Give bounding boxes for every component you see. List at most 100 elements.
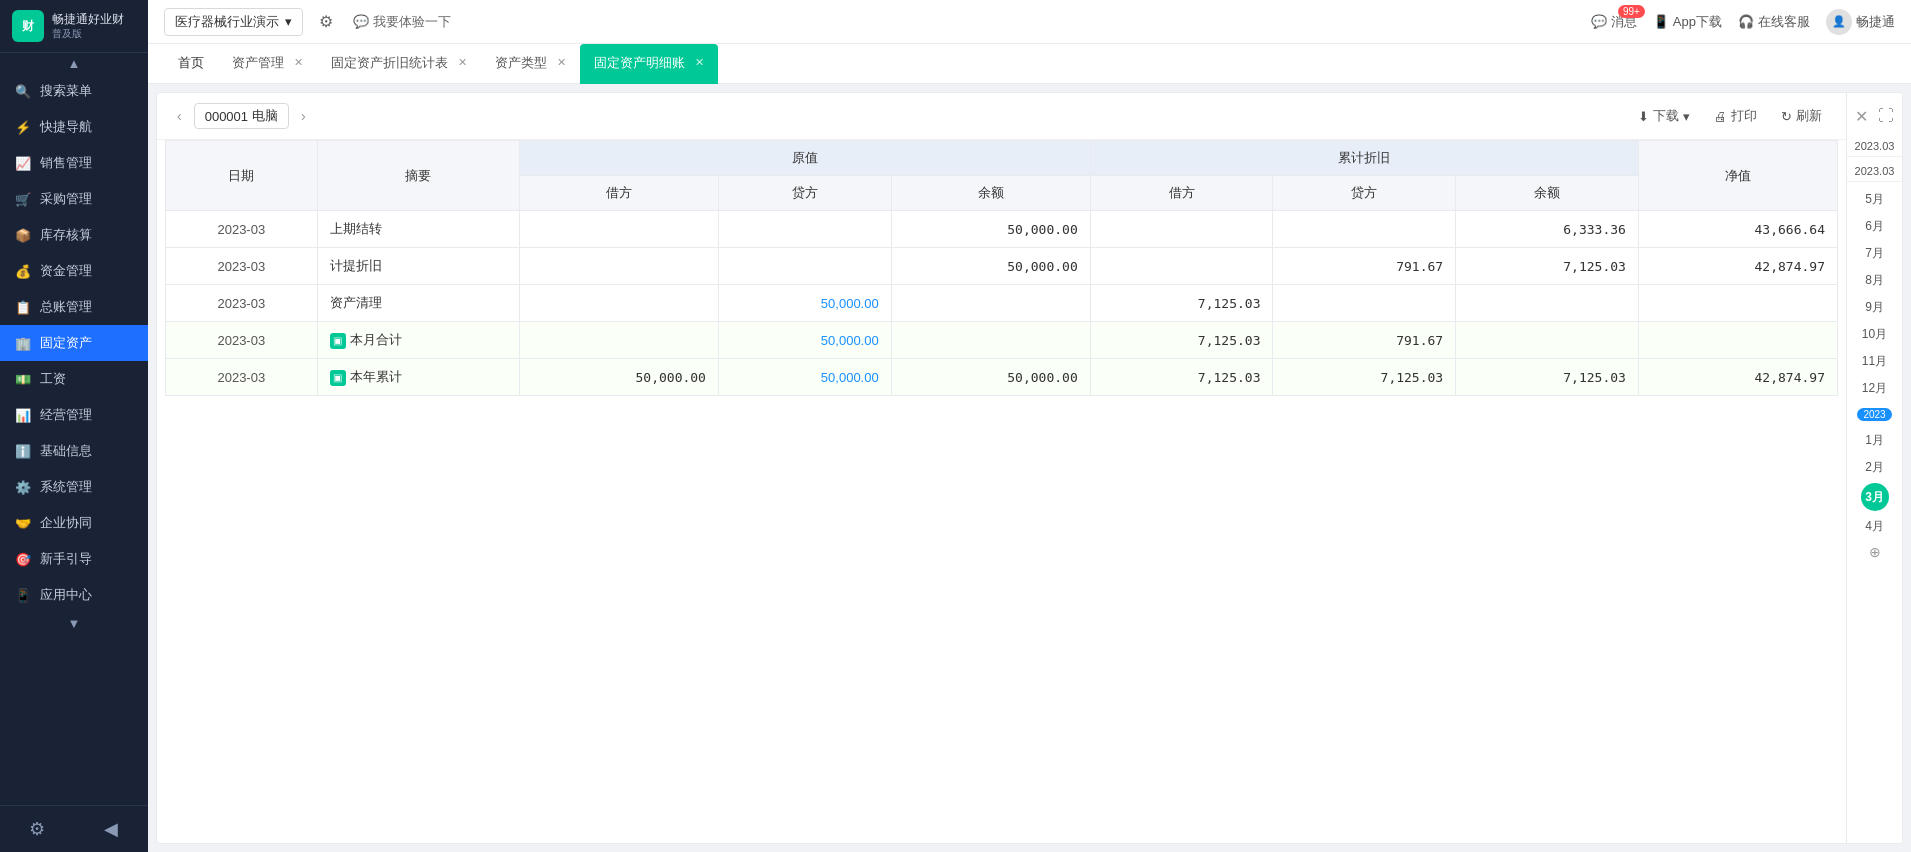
sidebar-item-operations[interactable]: 📊 经营管理 xyxy=(0,397,148,433)
timeline-expand-icon[interactable]: ⊕ xyxy=(1869,544,1881,560)
content-area: ‹ 000001 电脑 › ⬇ 下载 ▾ 🖨 打印 xyxy=(156,92,1903,844)
avatar: 👤 xyxy=(1826,9,1852,35)
tab-asset-type[interactable]: 资产类型 ✕ xyxy=(481,44,580,84)
app-icon: 📱 xyxy=(14,586,32,604)
sidebar-item-sales[interactable]: 📈 销售管理 xyxy=(0,145,148,181)
refresh-button[interactable]: ↻ 刷新 xyxy=(1773,103,1830,129)
cell-summary: ▣本年累计 xyxy=(317,359,519,396)
timeline-month-11[interactable]: 11月 xyxy=(1847,348,1902,375)
sidebar-logo: 财 畅捷通好业财 普及版 xyxy=(0,0,148,53)
search-icon: 🔍 xyxy=(14,82,32,100)
panel-header: 2023.03 xyxy=(1847,136,1902,157)
cell-net-value: 42,874.97 xyxy=(1638,359,1837,396)
print-button[interactable]: 🖨 打印 xyxy=(1706,103,1765,129)
panel-close-button[interactable]: ✕ xyxy=(1851,103,1872,130)
ledger-icon: 📋 xyxy=(14,298,32,316)
settings-button[interactable]: ⚙ xyxy=(0,812,74,846)
tab-close-asset-detail[interactable]: ✕ xyxy=(695,56,704,69)
cell-dep-debit xyxy=(1090,248,1273,285)
guide-icon: 🎯 xyxy=(14,550,32,568)
cell-dep-credit: 791.67 xyxy=(1273,248,1456,285)
tab-asset-mgmt[interactable]: 资产管理 ✕ xyxy=(218,44,317,84)
logo-text: 畅捷通好业财 普及版 xyxy=(52,12,124,41)
cell-orig-credit: 50,000.00 xyxy=(718,285,891,322)
cell-orig-debit: 50,000.00 xyxy=(519,359,718,396)
timeline-month-9[interactable]: 9月 xyxy=(1847,294,1902,321)
sidebar-item-quick-nav[interactable]: ⚡ 快捷导航 xyxy=(0,109,148,145)
timeline-month-2[interactable]: 2月 xyxy=(1847,454,1902,481)
cell-dep-credit: 791.67 xyxy=(1273,322,1456,359)
cell-date: 2023-03 xyxy=(166,285,318,322)
topbar-settings-button[interactable]: ⚙ xyxy=(315,8,337,35)
sidebar-item-ledger[interactable]: 📋 总账管理 xyxy=(0,289,148,325)
collapse-button[interactable]: ◀ xyxy=(74,812,148,846)
timeline-month-8[interactable]: 8月 xyxy=(1847,267,1902,294)
cell-orig-credit xyxy=(718,248,891,285)
sidebar-item-purchase[interactable]: 🛒 采购管理 xyxy=(0,181,148,217)
sidebar-scroll-down[interactable]: ▼ xyxy=(0,613,148,633)
timeline-month-7[interactable]: 7月 xyxy=(1847,240,1902,267)
download-button[interactable]: ⬇ 下载 ▾ xyxy=(1630,103,1698,129)
cell-dep-balance: 7,125.03 xyxy=(1456,359,1639,396)
sidebar: 财 畅捷通好业财 普及版 ▲ 🔍 搜索菜单 ⚡ 快捷导航 📈 销售管理 🛒 采购… xyxy=(0,0,148,852)
cell-summary: ▣本月合计 xyxy=(317,322,519,359)
tab-asset-detail[interactable]: 固定资产明细账 ✕ xyxy=(580,44,718,84)
app-download-button[interactable]: 📱 App下载 xyxy=(1653,13,1722,31)
next-asset-button[interactable]: › xyxy=(297,106,310,126)
col-orig-credit: 贷方 xyxy=(718,176,891,211)
cell-orig-credit: 50,000.00 xyxy=(718,359,891,396)
logo-icon: 财 xyxy=(12,10,44,42)
tab-home[interactable]: 首页 xyxy=(164,44,218,84)
tab-depreciation-stats[interactable]: 固定资产折旧统计表 ✕ xyxy=(317,44,481,84)
sidebar-item-basic-info[interactable]: ℹ️ 基础信息 xyxy=(0,433,148,469)
sidebar-item-cooperation[interactable]: 🤝 企业协同 xyxy=(0,505,148,541)
timeline-month-5[interactable]: 5月 xyxy=(1847,186,1902,213)
system-icon: ⚙️ xyxy=(14,478,32,496)
sidebar-scroll-up[interactable]: ▲ xyxy=(0,53,148,73)
cell-orig-credit: 50,000.00 xyxy=(718,322,891,359)
company-selector[interactable]: 医疗器械行业演示 ▾ xyxy=(164,8,303,36)
cell-dep-credit: 7,125.03 xyxy=(1273,359,1456,396)
sidebar-item-app-center[interactable]: 📱 应用中心 xyxy=(0,577,148,613)
timeline-month-12[interactable]: 12月 xyxy=(1847,375,1902,402)
sidebar-item-payroll[interactable]: 💵 工资 xyxy=(0,361,148,397)
user-profile[interactable]: 👤 畅捷通 xyxy=(1826,9,1895,35)
tab-close-asset-mgmt[interactable]: ✕ xyxy=(294,56,303,69)
cell-dep-debit xyxy=(1090,211,1273,248)
chevron-down-icon: ▾ xyxy=(285,14,292,29)
message-button[interactable]: 💬 消息 99+ xyxy=(1591,13,1637,31)
asset-actions: ⬇ 下载 ▾ 🖨 打印 ↻ 刷新 xyxy=(1630,103,1830,129)
sidebar-item-system[interactable]: ⚙️ 系统管理 xyxy=(0,469,148,505)
panel-expand-button[interactable]: ⛶ xyxy=(1874,103,1898,130)
year-badge: 2023 xyxy=(1857,408,1891,421)
topbar: 医疗器械行业演示 ▾ ⚙ 💬 我要体验一下 💬 消息 99+ 📱 App下载 🎧… xyxy=(148,0,1911,44)
tab-close-depreciation-stats[interactable]: ✕ xyxy=(458,56,467,69)
cell-orig-balance: 50,000.00 xyxy=(891,211,1090,248)
cell-orig-debit xyxy=(519,211,718,248)
sidebar-item-inventory[interactable]: 📦 库存核算 xyxy=(0,217,148,253)
cell-date: 2023-03 xyxy=(166,322,318,359)
sidebar-item-guide[interactable]: 🎯 新手引导 xyxy=(0,541,148,577)
headset-icon: 🎧 xyxy=(1738,14,1754,29)
prev-asset-button[interactable]: ‹ xyxy=(173,106,186,126)
cell-net-value: 42,874.97 xyxy=(1638,248,1837,285)
timeline-month-6[interactable]: 6月 xyxy=(1847,213,1902,240)
col-original-value-group: 原值 xyxy=(519,141,1090,176)
cell-orig-balance: 50,000.00 xyxy=(891,359,1090,396)
timeline-month-4[interactable]: 4月 xyxy=(1847,513,1902,540)
cell-dep-balance: 6,333.36 xyxy=(1456,211,1639,248)
customer-service-button[interactable]: 🎧 在线客服 xyxy=(1738,13,1810,31)
sidebar-item-finance[interactable]: 💰 资金管理 xyxy=(0,253,148,289)
sidebar-item-search[interactable]: 🔍 搜索菜单 xyxy=(0,73,148,109)
tab-close-asset-type[interactable]: ✕ xyxy=(557,56,566,69)
timeline-month-3[interactable]: 3月 xyxy=(1861,483,1889,511)
cell-dep-debit: 7,125.03 xyxy=(1090,322,1273,359)
cell-orig-balance xyxy=(891,285,1090,322)
download-icon: ⬇ xyxy=(1638,109,1649,124)
timeline-month-10[interactable]: 10月 xyxy=(1847,321,1902,348)
trial-button[interactable]: 💬 我要体验一下 xyxy=(353,13,451,31)
timeline-month-1[interactable]: 1月 xyxy=(1847,427,1902,454)
phone-icon: 📱 xyxy=(1653,14,1669,29)
cell-dep-balance xyxy=(1456,285,1639,322)
sidebar-item-fixed-assets[interactable]: 🏢 固定资产 xyxy=(0,325,148,361)
